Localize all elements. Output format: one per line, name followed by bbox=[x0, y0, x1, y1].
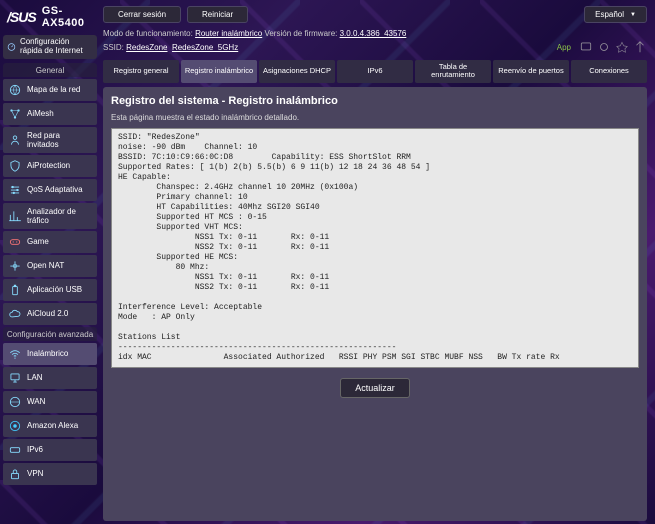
led-icon[interactable] bbox=[597, 40, 611, 54]
logout-button[interactable]: Cerrar sesión bbox=[103, 6, 181, 23]
feedback-icon[interactable] bbox=[579, 40, 593, 54]
tab-ipv6[interactable]: IPv6 bbox=[337, 60, 413, 83]
nav-aimesh[interactable]: AiMesh bbox=[3, 103, 97, 125]
panel-desc: Esta página muestra el estado inalámbric… bbox=[111, 113, 639, 122]
nav-traffic-analyzer[interactable]: Analizador de tráfico bbox=[3, 203, 97, 229]
nav-label: AiCloud 2.0 bbox=[27, 309, 68, 318]
nat-icon bbox=[8, 259, 22, 273]
usb-icon bbox=[8, 283, 22, 297]
nav-usb-app[interactable]: Aplicación USB bbox=[3, 279, 97, 301]
nav-lan[interactable]: LAN bbox=[3, 367, 97, 389]
nav-label: Inalámbrico bbox=[27, 349, 68, 358]
wireless-log-textarea[interactable]: SSID: "RedesZone" noise: -90 dBm Channel… bbox=[111, 128, 639, 368]
nav-guest-network[interactable]: Red para invitados bbox=[3, 127, 97, 153]
nav-aiprotection[interactable]: AiProtection bbox=[3, 155, 97, 177]
firmware-link[interactable]: 3.0.0.4.386_43576 bbox=[340, 29, 407, 38]
nav-network-map[interactable]: Mapa de la red bbox=[3, 79, 97, 101]
update-button[interactable]: Actualizar bbox=[340, 378, 410, 398]
shield-icon bbox=[8, 159, 22, 173]
tab-port-forward[interactable]: Reenvío de puertos bbox=[493, 60, 569, 83]
nav-label: LAN bbox=[27, 373, 43, 382]
mesh-icon bbox=[8, 107, 22, 121]
mode-link[interactable]: Router inalámbrico bbox=[195, 29, 262, 38]
lock-icon bbox=[8, 467, 22, 481]
brand-logo: /SUS bbox=[7, 9, 36, 25]
restart-button[interactable]: Reiniciar bbox=[187, 6, 248, 23]
nav-alexa[interactable]: Amazon Alexa bbox=[3, 415, 97, 437]
gamepad-icon bbox=[8, 235, 22, 249]
language-dropdown[interactable]: Español bbox=[584, 6, 647, 23]
nav-vpn[interactable]: VPN bbox=[3, 463, 97, 485]
sliders-icon bbox=[8, 183, 22, 197]
nav-label: AiMesh bbox=[27, 109, 54, 118]
tab-wireless-log[interactable]: Registro inalámbrico bbox=[181, 60, 257, 83]
nav-label: WAN bbox=[27, 397, 45, 406]
guest-icon bbox=[8, 133, 22, 147]
nav-label: Mapa de la red bbox=[27, 85, 80, 94]
chart-icon bbox=[8, 209, 22, 223]
nav-label: IPv6 bbox=[27, 445, 43, 454]
ssid-info: SSID: RedesZone RedesZone_5GHz bbox=[103, 43, 238, 52]
nav-label: Amazon Alexa bbox=[27, 421, 78, 430]
tab-connections[interactable]: Conexiones bbox=[571, 60, 647, 83]
section-general: General bbox=[3, 63, 97, 77]
panel-title: Registro del sistema - Registro inalámbr… bbox=[111, 95, 639, 107]
model-name: GS-AX5400 bbox=[42, 5, 93, 29]
nav-open-nat[interactable]: Open NAT bbox=[3, 255, 97, 277]
tab-general-log[interactable]: Registro general bbox=[103, 60, 179, 83]
gauge-icon bbox=[7, 40, 16, 54]
nav-label: Red para invitados bbox=[27, 131, 92, 149]
aura-icon[interactable] bbox=[615, 40, 629, 54]
nav-ipv6[interactable]: IPv6 bbox=[3, 439, 97, 461]
wifi-icon bbox=[8, 347, 22, 361]
cloud-icon bbox=[8, 307, 22, 321]
nav-label: Analizador de tráfico bbox=[27, 207, 92, 225]
mode-info: Modo de funcionamiento: Router inalámbri… bbox=[103, 29, 406, 38]
lan-icon bbox=[8, 371, 22, 385]
tab-dhcp[interactable]: Asignaciones DHCP bbox=[259, 60, 335, 83]
nav-label: AiProtection bbox=[27, 161, 70, 170]
nav-wan[interactable]: WAN bbox=[3, 391, 97, 413]
quick-label: Configuración rápida de Internet bbox=[20, 38, 93, 56]
globe-icon bbox=[8, 83, 22, 97]
alexa-icon bbox=[8, 419, 22, 433]
nav-label: Game bbox=[27, 237, 49, 246]
ssid2-link[interactable]: RedesZone_5GHz bbox=[172, 43, 238, 52]
ssid1-link[interactable]: RedesZone bbox=[126, 43, 167, 52]
nav-wireless[interactable]: Inalámbrico bbox=[3, 343, 97, 365]
wan-icon bbox=[8, 395, 22, 409]
log-panel: Registro del sistema - Registro inalámbr… bbox=[103, 87, 647, 522]
nav-qos[interactable]: QoS Adaptativa bbox=[3, 179, 97, 201]
section-advanced: Configuración avanzada bbox=[3, 327, 97, 341]
quick-internet-setup[interactable]: Configuración rápida de Internet bbox=[3, 35, 97, 59]
app-link[interactable]: App bbox=[557, 43, 571, 52]
nav-label: VPN bbox=[27, 469, 43, 478]
nav-label: Open NAT bbox=[27, 261, 64, 270]
boost-icon[interactable] bbox=[633, 40, 647, 54]
tab-routing[interactable]: Tabla de enrutamiento bbox=[415, 60, 491, 83]
ipv6-icon bbox=[8, 443, 22, 457]
nav-label: QoS Adaptativa bbox=[27, 185, 83, 194]
nav-label: Aplicación USB bbox=[27, 285, 82, 294]
nav-aicloud[interactable]: AiCloud 2.0 bbox=[3, 303, 97, 325]
nav-game[interactable]: Game bbox=[3, 231, 97, 253]
brand-area: /SUS GS-AX5400 bbox=[3, 3, 97, 35]
